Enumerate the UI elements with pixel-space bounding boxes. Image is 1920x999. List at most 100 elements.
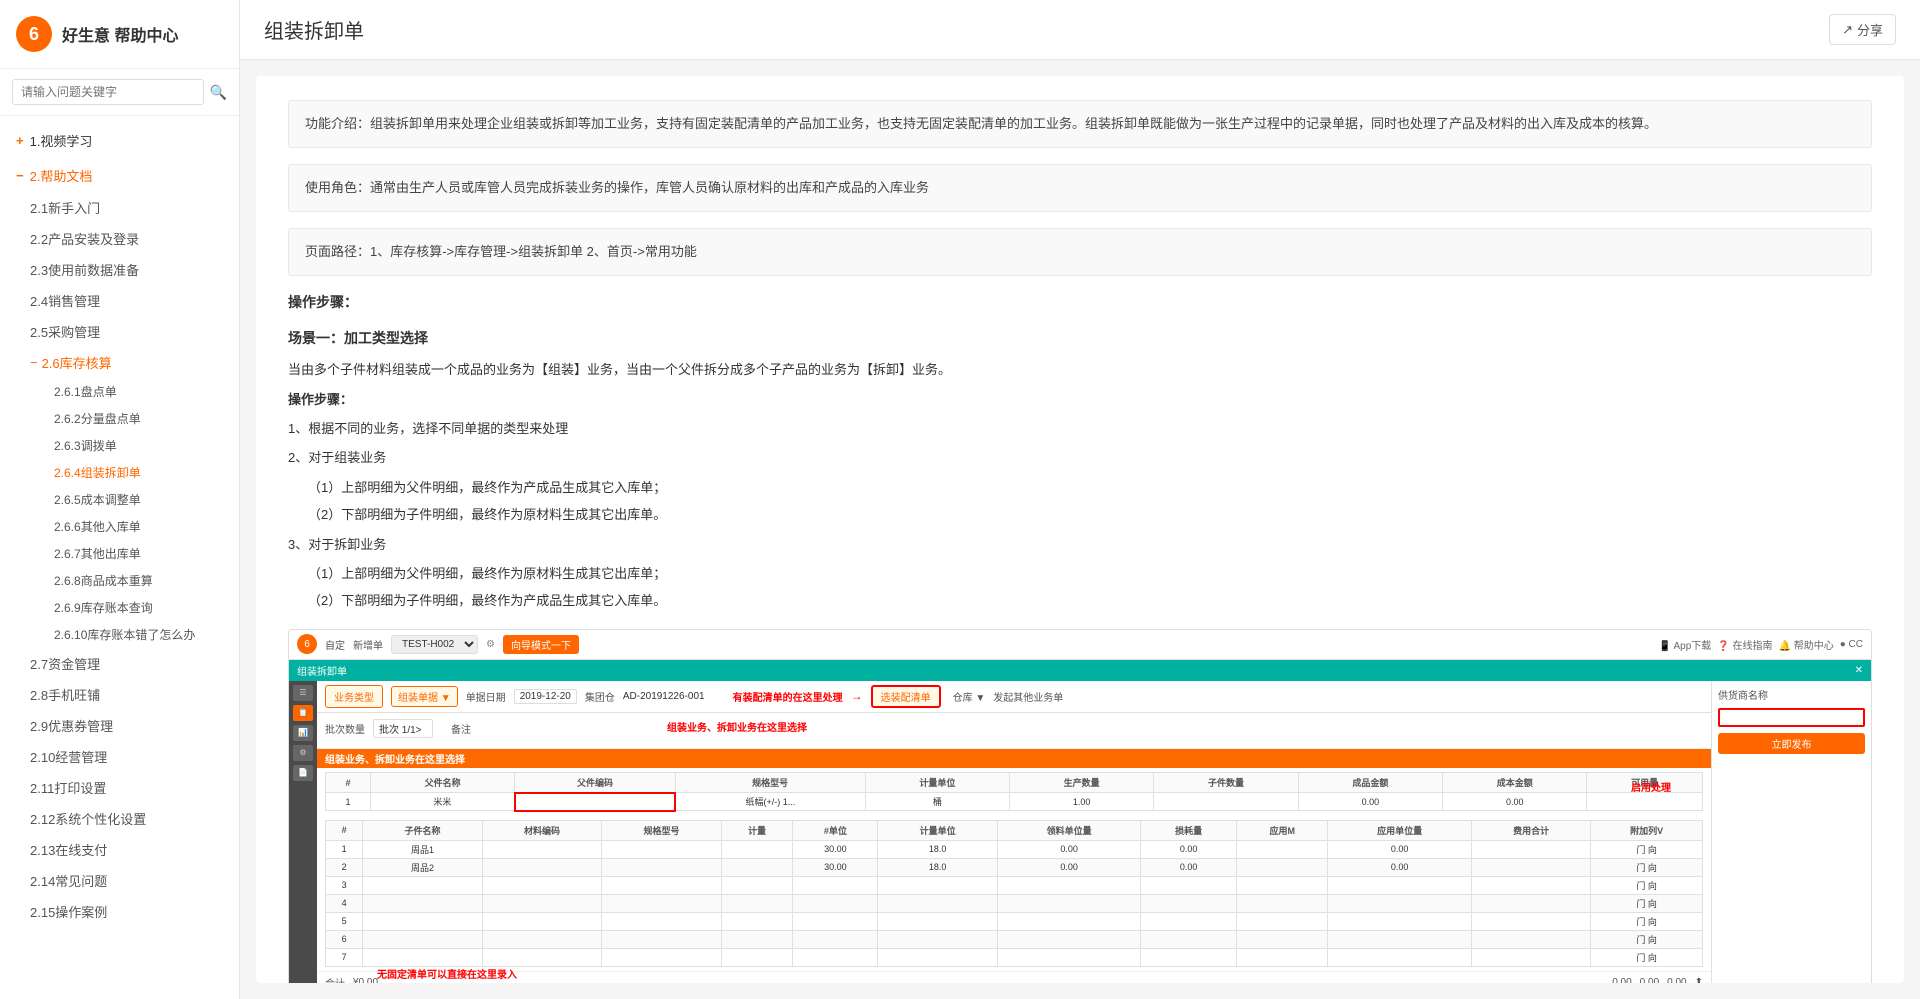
nav-group-videos-label: 1.视频学习 — [30, 131, 93, 150]
cell-spec: 纸幅(+/-) 1... — [675, 793, 865, 811]
sim-tab-new[interactable]: 业务类型 — [325, 685, 383, 708]
share-button[interactable]: ↗ 分享 — [1829, 14, 1896, 45]
sim-sidebar-icon-2[interactable]: 📋 — [293, 705, 313, 721]
sim-logo-icon: 6 — [297, 634, 317, 654]
col-b-num: # — [326, 820, 363, 840]
cell-b-1-extra: 门 向 — [1591, 840, 1703, 858]
table-row: 5门 向 — [326, 912, 1703, 930]
cell-b-2-meas — [721, 858, 793, 876]
sidebar-item-ops[interactable]: 2.10经营管理 — [30, 741, 239, 772]
plus-icon: + — [16, 133, 24, 148]
scene1-title-text: 场景一：加工类型选择 — [288, 330, 428, 346]
sim-topbar-icons: 📱 App下载 ❓ 在线指南 🔔 帮助中心 ● CC — [1659, 637, 1863, 652]
cell-b-1-meas-unit: 18.0 — [878, 840, 998, 858]
sim-close-icon: ✕ — [1855, 665, 1863, 676]
sim-sidebar-icon-1[interactable]: ☰ — [293, 685, 313, 701]
sim-user-icon: ● CC — [1840, 639, 1863, 650]
sim-table-top-header: # 父件名称 父件编码 规格型号 计量单位 生产数量 子件数量 成品金额 成本金 — [326, 772, 1703, 793]
cell-b-1-loss: 0.00 — [1141, 840, 1237, 858]
sidebar-item-payment[interactable]: 2.13在线支付 — [30, 834, 239, 865]
sim-apply-btn[interactable]: 立即发布 — [1718, 733, 1865, 754]
sidebar-item-print[interactable]: 2.11打印设置 — [30, 772, 239, 803]
sidebar-item-partcheck[interactable]: 2.6.2分量盘点单 — [46, 405, 239, 432]
ops-title: 操作步骤： — [288, 292, 1872, 312]
cell-parent-code[interactable] — [515, 793, 675, 811]
step2-sub: （1）上部明细为父件明细，最终作为产成品生成其它入库单； （2）下部明细为子件明… — [308, 476, 1872, 527]
sim-sidebar-icon-3[interactable]: 📊 — [293, 725, 313, 741]
sidebar-item-inventory[interactable]: − 2.6库存核算 — [30, 347, 239, 378]
sidebar-item-install[interactable]: 2.2产品安装及登录 — [30, 223, 239, 254]
sidebar-item-assembly[interactable]: 2.6.4组装拆卸单 — [46, 459, 239, 486]
cell-child-qty — [1154, 793, 1298, 811]
col-spec: 规格型号 — [675, 772, 865, 793]
sim-ops-label: 仓库 ▼ — [953, 689, 986, 704]
table-row: 2 周品2 30.00 18.0 0.00 — [326, 858, 1703, 876]
sim-version-select[interactable]: TEST-H002 — [391, 635, 478, 654]
sim-annotation-orange: 组装业务、拆卸业务在这里选择 — [667, 719, 807, 734]
cell-unit: 桶 — [865, 793, 1009, 811]
sidebar-item-other-in[interactable]: 2.6.6其他入库单 — [46, 513, 239, 540]
cell-parent-name: 米米 — [370, 793, 514, 811]
sim-body-wrapper: ☰ 📋 📊 ⚙ 📄 业务类型 组装单据 ▼ 单据日期 2019- — [289, 681, 1871, 983]
scene1-desc-text: 当由多个子件材料组装成一个成品的业务为【组装】业务，当由一个父件拆分成多个子产品… — [288, 362, 951, 377]
sim-total-input[interactable]: 批次 1/1> — [373, 719, 433, 738]
cell-cost-amt: 0.00 — [1443, 793, 1587, 811]
sim-supplier-input[interactable] — [1718, 708, 1865, 727]
cell-b-5-extra: 门 向 — [1591, 912, 1703, 930]
share-icon: ↗ — [1842, 22, 1853, 38]
sidebar-item-videos[interactable]: + 1.视频学习 — [0, 124, 239, 157]
sidebar-item-data-prep[interactable]: 2.3使用前数据准备 — [30, 254, 239, 285]
step1: 1、根据不同的业务，选择不同单据的类型来处理 — [288, 417, 1872, 440]
step2-1: （1）上部明细为父件明细，最终作为产成品生成其它入库单； — [308, 476, 1872, 499]
col-b-fee: 费用合计 — [1471, 820, 1591, 840]
sidebar-item-other-out[interactable]: 2.6.7其他出库单 — [46, 540, 239, 567]
col-b-unit2: #单位 — [793, 820, 878, 840]
sim-topbar: 6 自定 新增单 TEST-H002 ⚙ 向导模式一下 📱 App下载 ❓ 在线… — [289, 630, 1871, 660]
sidebar-item-faq[interactable]: 2.14常见问题 — [30, 865, 239, 896]
search-icon[interactable]: 🔍 — [210, 84, 227, 101]
sim-table-bottom-area: # 子件名称 材料编码 规格型号 计量 #单位 计量单位 领料单位量 — [317, 816, 1711, 971]
main-header: 组装拆卸单 ↗ 分享 — [240, 0, 1920, 60]
step3: 3、对于拆卸业务 — [288, 533, 1872, 556]
role-intro-block: 使用角色：通常由生产人员或库管人员完成拆装业务的操作，库管人员确认原材料的出库和… — [288, 164, 1872, 212]
sidebar-item-sales[interactable]: 2.4销售管理 — [30, 285, 239, 316]
sidebar-item-mobile[interactable]: 2.8手机旺铺 — [30, 679, 239, 710]
sidebar-item-cases[interactable]: 2.15操作案例 — [30, 896, 239, 927]
sidebar-item-stockcheck[interactable]: 2.6.1盘点单 — [46, 378, 239, 405]
sidebar-item-finance[interactable]: 2.7资金管理 — [30, 648, 239, 679]
sim-green-header: 组装拆卸单 ✕ — [289, 660, 1871, 681]
sidebar-item-coupon[interactable]: 2.9优惠券管理 — [30, 710, 239, 741]
cell-b-2-pick: 0.00 — [997, 858, 1140, 876]
sidebar-item-purchase[interactable]: 2.5采购管理 — [30, 316, 239, 347]
sim-sidebar-icon-4[interactable]: ⚙ — [293, 745, 313, 761]
sim-sidebar-icon-5[interactable]: 📄 — [293, 765, 313, 781]
sidebar-item-ledger[interactable]: 2.6.9库存账本查询 — [46, 594, 239, 621]
cell-b-1-spec — [602, 840, 722, 858]
sim-select-bom-btn[interactable]: 选装配清单 — [871, 685, 941, 708]
sidebar-item-costadjust[interactable]: 2.6.5成本调整单 — [46, 486, 239, 513]
sim-biz-select[interactable]: 组装单据 ▼ — [391, 686, 458, 707]
sim-date-input[interactable]: 2019-12-20 — [514, 689, 577, 704]
sidebar-item-ledger-fix[interactable]: 2.6.10库存账本错了怎么办 — [46, 621, 239, 648]
annotation-enable-text: 启用处理 — [1631, 783, 1671, 794]
col-num: # — [326, 772, 371, 793]
col-b-meas: 计量 — [721, 820, 793, 840]
sidebar-item-costrecalc[interactable]: 2.6.8商品成本重算 — [46, 567, 239, 594]
path-intro-block: 页面路径：1、库存核算->库存管理->组装拆卸单 2、首页->常用功能 — [288, 228, 1872, 276]
nav-group-docs: − 2.帮助文档 2.1新手入门 2.2产品安装及登录 2.3使用前数据准备 2… — [0, 159, 239, 927]
sidebar-item-docs[interactable]: − 2.帮助文档 — [0, 159, 239, 192]
search-input[interactable] — [12, 79, 204, 105]
func-intro-block: 功能介绍：组装拆卸单用来处理企业组装或拆卸等加工业务，支持有固定装配清单的产品加… — [288, 100, 1872, 148]
sim-help-icon: 🔔 帮助中心 — [1779, 637, 1834, 652]
sidebar-item-personalize[interactable]: 2.12系统个性化设置 — [30, 803, 239, 834]
nav-area: + 1.视频学习 − 2.帮助文档 2.1新手入门 2.2产品安装及登录 2.3… — [0, 116, 239, 999]
sim-guide-btn[interactable]: 向导模式一下 — [503, 635, 579, 654]
sidebar-item-beginner[interactable]: 2.1新手入门 — [30, 192, 239, 223]
logo-area: 6 好生意 帮助中心 — [0, 0, 239, 69]
cell-b-7-extra: 门 向 — [1591, 948, 1703, 966]
sidebar-item-transfer[interactable]: 2.6.3调拨单 — [46, 432, 239, 459]
sim-orange-bar: 组装业务、拆卸业务在这里选择 — [317, 749, 1711, 768]
nav-group-docs-label: 2.帮助文档 — [30, 166, 93, 185]
sim-annotation-enable: 启用处理 — [1631, 779, 1671, 794]
sim-total-label: 批次数量 — [325, 721, 365, 736]
